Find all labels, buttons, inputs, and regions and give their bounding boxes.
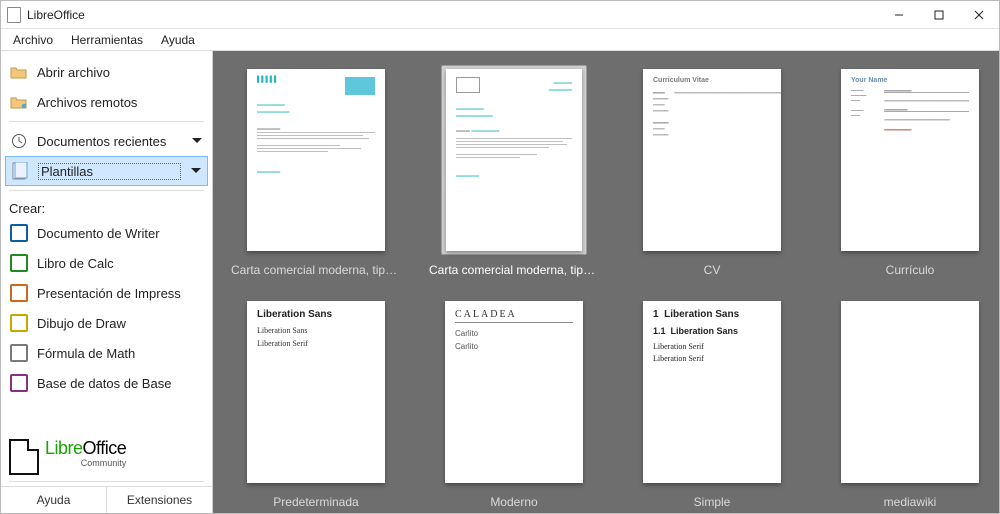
titlebar: LibreOffice — [1, 1, 999, 29]
template-caption: Predeterminada — [231, 495, 401, 509]
template-letter-serif[interactable]: ▁▁▁▁▁▁▁▁▁ ▁▁▁▁▁▁ ▁▁▁▁▁▁▁▁ ▁▁▁ ▁▁▁▁▁▁ ▁▁▁… — [429, 65, 599, 277]
writer-icon — [9, 224, 29, 242]
maximize-button[interactable] — [919, 1, 959, 29]
template-caption: mediawiki — [825, 495, 995, 509]
logo-doc-icon — [9, 439, 39, 475]
template-caption: Carta comercial moderna, tipografía… — [231, 263, 401, 277]
create-calc[interactable]: Libro de Calc — [1, 248, 212, 278]
template-modern[interactable]: CALADEA Carlito Carlito Moderno — [429, 297, 599, 509]
math-icon — [9, 344, 29, 362]
sidebar: Abrir archivo Archivos remotos Documento… — [1, 51, 213, 513]
templates-icon — [10, 162, 30, 180]
menu-tools[interactable]: Herramientas — [63, 31, 151, 49]
calc-icon — [9, 254, 29, 272]
remote-files[interactable]: Archivos remotos — [1, 87, 212, 117]
template-mediawiki[interactable]: mediawiki — [825, 297, 995, 509]
separator — [9, 121, 204, 122]
menu-file[interactable]: Archivo — [5, 31, 61, 49]
clock-icon — [9, 132, 29, 150]
impress-icon — [9, 284, 29, 302]
template-caption: Currículo — [825, 263, 995, 277]
sidebar-footer: Ayuda Extensiones — [1, 486, 212, 513]
recent-documents[interactable]: Documentos recientes — [1, 126, 212, 156]
template-curriculum[interactable]: Your Name ▁▁▁▁▁▁▁▁▁▁▁▁▁▁▁▁▁▁▁ ▁▁▁▁▁▁▁ ▁▁… — [825, 65, 995, 277]
libreoffice-logo: LibreOffice Community — [1, 435, 212, 477]
chevron-down-icon[interactable] — [189, 168, 203, 174]
chevron-down-icon[interactable] — [190, 138, 204, 144]
open-file[interactable]: Abrir archivo — [1, 57, 212, 87]
menubar: Archivo Herramientas Ayuda — [1, 29, 999, 51]
create-impress[interactable]: Presentación de Impress — [1, 278, 212, 308]
template-caption: Simple — [627, 495, 797, 509]
folder-open-icon — [9, 63, 29, 81]
templates-label: Plantillas — [38, 163, 181, 180]
template-default[interactable]: Liberation Sans Liberation Sans Liberati… — [231, 297, 401, 509]
template-caption: Moderno — [429, 495, 599, 509]
template-cv[interactable]: Curriculum Vitae ▁▁▁▁▁▁▁▁▁▁▁▁▁▁▁▁▁▁▁▁▁▁▁… — [627, 65, 797, 277]
base-icon — [9, 374, 29, 392]
templates[interactable]: Plantillas — [5, 156, 208, 186]
create-heading: Crear: — [1, 195, 212, 218]
footer-extensions[interactable]: Extensiones — [106, 487, 212, 513]
template-simple[interactable]: 1 Liberation Sans 1.1 Liberation Sans Li… — [627, 297, 797, 509]
footer-help[interactable]: Ayuda — [1, 487, 106, 513]
draw-icon — [9, 314, 29, 332]
menu-help[interactable]: Ayuda — [153, 31, 203, 49]
app-icon — [7, 7, 21, 23]
close-button[interactable] — [959, 1, 999, 29]
create-base[interactable]: Base de datos de Base — [1, 368, 212, 398]
template-letter-sans[interactable]: ▌▌▌▌▌ ▁▁▁▁▁▁ ▁▁▁▁▁▁▁ ▁▁▁▁▁ ▁▁▁▁▁ Carta c… — [231, 65, 401, 277]
minimize-button[interactable] — [879, 1, 919, 29]
create-writer[interactable]: Documento de Writer — [1, 218, 212, 248]
separator — [9, 190, 204, 191]
create-math[interactable]: Fórmula de Math — [1, 338, 212, 368]
folder-remote-icon — [9, 93, 29, 111]
template-caption: Carta comercial moderna, tipografía… — [429, 263, 599, 277]
template-caption: CV — [627, 263, 797, 277]
templates-panel: ▌▌▌▌▌ ▁▁▁▁▁▁ ▁▁▁▁▁▁▁ ▁▁▁▁▁ ▁▁▁▁▁ Carta c… — [213, 51, 999, 513]
create-draw[interactable]: Dibujo de Draw — [1, 308, 212, 338]
window-title: LibreOffice — [27, 8, 85, 22]
separator — [9, 481, 204, 482]
